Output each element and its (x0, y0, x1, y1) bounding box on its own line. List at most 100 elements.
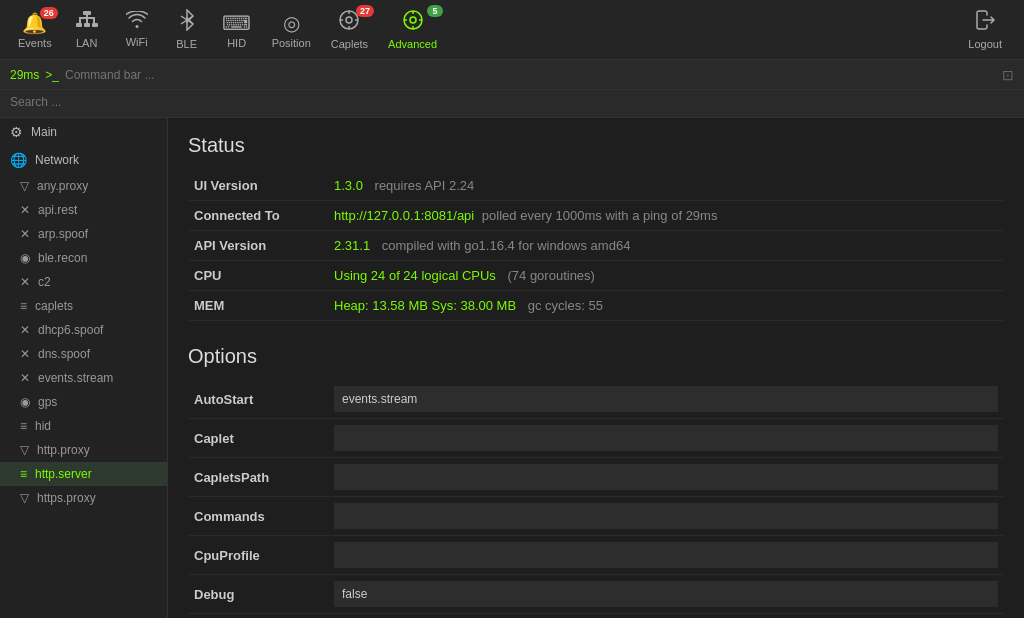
ping-value: 29ms (10, 68, 39, 82)
logout-button[interactable]: Logout (954, 5, 1016, 54)
caplet-label: Caplet (188, 419, 328, 458)
main-layout: ⚙ Main 🌐 Network ▽ any.proxy ✕ api.rest … (0, 118, 1024, 618)
hid-icon: ⌨ (222, 11, 251, 35)
api-version-value: 2.31.1 compiled with go1.16.4 for window… (328, 231, 1004, 261)
sidebar-item-any-proxy[interactable]: ▽ any.proxy (0, 174, 167, 198)
expand-icon[interactable]: ⊡ (1002, 67, 1014, 83)
ble-icon (179, 9, 195, 36)
cpu-label: CPU (188, 261, 328, 291)
svg-rect-5 (79, 17, 81, 23)
sidebar-item-http-server[interactable]: ≡ http.server (0, 462, 167, 486)
sidebar-ble-recon-label: ble.recon (38, 251, 87, 265)
api-version-label: API Version (188, 231, 328, 261)
table-row: EnvFile (188, 614, 1004, 619)
network-group-icon: 🌐 (10, 152, 27, 168)
connected-to-main: http://127.0.0.1:8081/api (334, 208, 474, 223)
commands-label: Commands (188, 497, 328, 536)
mem-main: Heap: 13.58 MB Sys: 38.00 MB (334, 298, 516, 313)
nav-hid[interactable]: ⌨ HID (212, 7, 262, 53)
ui-version-value: 1.3.0 requires API 2.24 (328, 171, 1004, 201)
any-proxy-icon: ▽ (20, 179, 29, 193)
sidebar-item-arp-spoof[interactable]: ✕ arp.spoof (0, 222, 167, 246)
nav-caplets[interactable]: 27 Caplets (321, 5, 378, 54)
capletspath-label: CapletsPath (188, 458, 328, 497)
command-bar: 29ms >_ ⊡ (0, 60, 1024, 90)
debug-input[interactable] (334, 581, 998, 607)
commands-input[interactable] (334, 503, 998, 529)
cpuprofile-input[interactable] (334, 542, 998, 568)
table-row: CpuProfile (188, 536, 1004, 575)
status-section: Status UI Version 1.3.0 requires API 2.2… (188, 134, 1004, 321)
sidebar-events-stream-label: events.stream (38, 371, 113, 385)
sidebar: ⚙ Main 🌐 Network ▽ any.proxy ✕ api.rest … (0, 118, 168, 618)
sidebar-https-proxy-label: https.proxy (37, 491, 96, 505)
cpu-value: Using 24 of 24 logical CPUs (74 goroutin… (328, 261, 1004, 291)
sidebar-network-label: Network (35, 153, 79, 167)
table-row: AutoStart (188, 380, 1004, 419)
sidebar-any-proxy-label: any.proxy (37, 179, 88, 193)
autostart-input[interactable] (334, 386, 998, 412)
prompt-icon: >_ (45, 68, 59, 82)
command-input[interactable] (65, 68, 1002, 82)
wifi-icon (126, 11, 148, 34)
lan-icon (75, 10, 99, 35)
sidebar-main-label: Main (31, 125, 57, 139)
svg-rect-7 (86, 17, 88, 23)
svg-rect-6 (93, 17, 95, 23)
nav-lan[interactable]: LAN (62, 6, 112, 53)
sidebar-item-hid[interactable]: ≡ hid (0, 414, 167, 438)
sidebar-item-dhcp6-spoof[interactable]: ✕ dhcp6.spoof (0, 318, 167, 342)
status-table: UI Version 1.3.0 requires API 2.24 Conne… (188, 171, 1004, 321)
nav-advanced-label: Advanced (388, 38, 437, 50)
sidebar-item-events-stream[interactable]: ✕ events.stream (0, 366, 167, 390)
search-bar (0, 90, 1024, 118)
sidebar-item-dns-spoof[interactable]: ✕ dns.spoof (0, 342, 167, 366)
svg-rect-0 (76, 23, 82, 27)
nav-ble[interactable]: BLE (162, 5, 212, 54)
https-proxy-icon: ▽ (20, 491, 29, 505)
position-icon: ◎ (283, 11, 300, 35)
connected-to-value: http://127.0.0.1:8081/api polled every 1… (328, 201, 1004, 231)
sidebar-group-main[interactable]: ⚙ Main (0, 118, 167, 146)
ble-recon-icon: ◉ (20, 251, 30, 265)
nav-wifi[interactable]: WiFi (112, 7, 162, 52)
sidebar-item-caplets[interactable]: ≡ caplets (0, 294, 167, 318)
connected-to-label: Connected To (188, 201, 328, 231)
nav-position[interactable]: ◎ Position (262, 7, 321, 53)
nav-events[interactable]: 🔔 26 Events (8, 7, 62, 53)
advanced-icon (402, 9, 424, 36)
svg-point-12 (346, 17, 352, 23)
sidebar-item-c2[interactable]: ✕ c2 (0, 270, 167, 294)
sidebar-dns-spoof-label: dns.spoof (38, 347, 90, 361)
table-row: API Version 2.31.1 compiled with go1.16.… (188, 231, 1004, 261)
nav-advanced[interactable]: 5 Advanced (378, 5, 447, 54)
capletspath-input[interactable] (334, 464, 998, 490)
dns-spoof-icon: ✕ (20, 347, 30, 361)
hid-sidebar-icon: ≡ (20, 419, 27, 433)
mem-value: Heap: 13.58 MB Sys: 38.00 MB gc cycles: … (328, 291, 1004, 321)
caplets-sidebar-icon: ≡ (20, 299, 27, 313)
search-input[interactable] (10, 95, 1014, 109)
sidebar-item-api-rest[interactable]: ✕ api.rest (0, 198, 167, 222)
nav-caplets-label: Caplets (331, 38, 368, 50)
connected-to-sub: polled every 1000ms with a ping of 29ms (482, 208, 718, 223)
svg-rect-1 (84, 23, 90, 27)
options-section: Options AutoStart Caplet CapletsPath (188, 345, 1004, 618)
sidebar-http-proxy-label: http.proxy (37, 443, 90, 457)
events-badge: 26 (40, 7, 58, 19)
ui-version-main: 1.3.0 (334, 178, 363, 193)
sidebar-item-ble-recon[interactable]: ◉ ble.recon (0, 246, 167, 270)
ui-version-label: UI Version (188, 171, 328, 201)
gps-icon: ◉ (20, 395, 30, 409)
sidebar-item-gps[interactable]: ◉ gps (0, 390, 167, 414)
cpu-main: Using 24 of 24 logical CPUs (334, 268, 496, 283)
c2-icon: ✕ (20, 275, 30, 289)
sidebar-item-https-proxy[interactable]: ▽ https.proxy (0, 486, 167, 510)
sidebar-item-http-proxy[interactable]: ▽ http.proxy (0, 438, 167, 462)
sidebar-group-network[interactable]: 🌐 Network (0, 146, 167, 174)
table-row: Caplet (188, 419, 1004, 458)
sidebar-api-rest-label: api.rest (38, 203, 77, 217)
debug-label: Debug (188, 575, 328, 614)
caplet-input[interactable] (334, 425, 998, 451)
api-version-main: 2.31.1 (334, 238, 370, 253)
